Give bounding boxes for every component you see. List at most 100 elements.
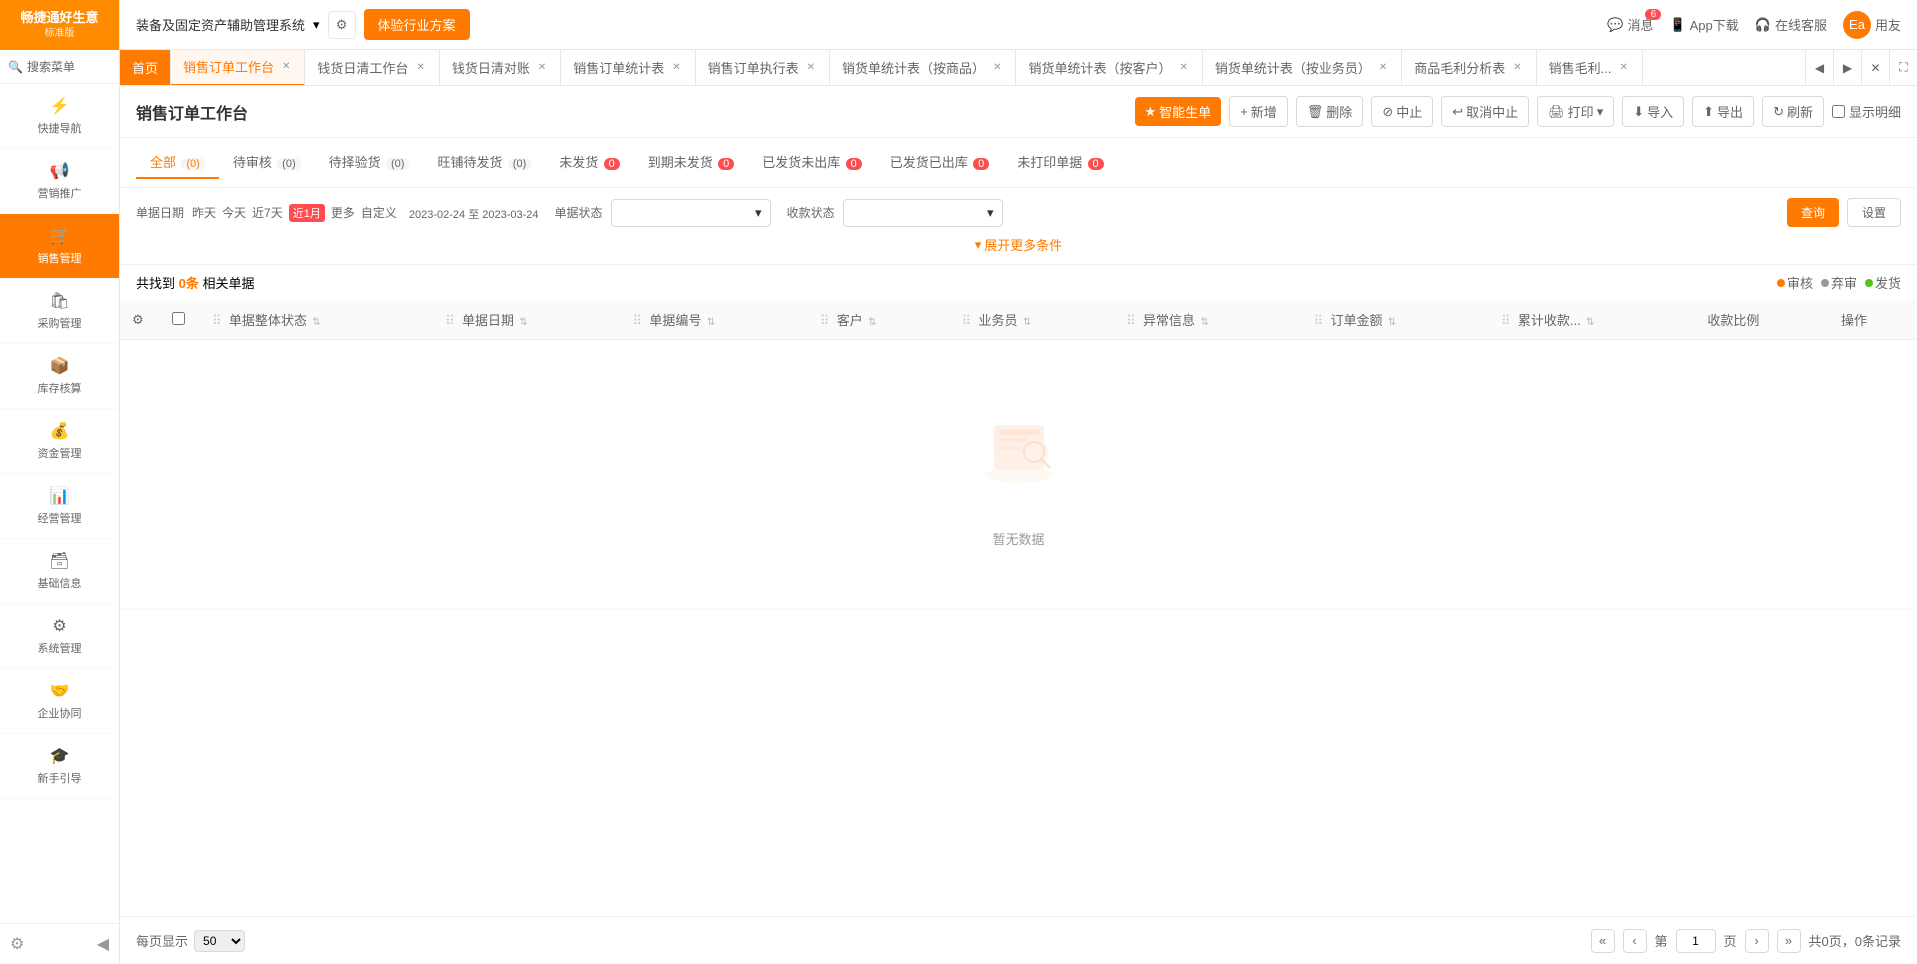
import-btn[interactable]: ⬇ 导入 — [1622, 96, 1684, 127]
sub-tab-wangpu[interactable]: 旺铺待发货 (0) — [423, 146, 545, 179]
settings-query-btn[interactable]: 设置 — [1847, 198, 1901, 227]
delete-btn[interactable]: 🗑 删除 — [1296, 96, 1364, 127]
new-btn[interactable]: + 新增 — [1229, 96, 1288, 127]
sort-status-icon[interactable]: ⇅ — [312, 317, 320, 328]
sub-tab-expired[interactable]: 到期未发货 0 — [634, 146, 748, 179]
tab-sales-order[interactable]: 销售订单工作台 ✕ — [171, 50, 305, 86]
user-menu[interactable]: Ea 用友 — [1843, 11, 1901, 39]
sidebar-item-finance[interactable]: 💰 资金管理 — [0, 409, 119, 474]
expand-conditions-btn[interactable]: ▾ 展开更多条件 — [975, 235, 1063, 254]
topbar-settings-btn[interactable]: ⚙ — [328, 11, 356, 39]
sort-amount-icon[interactable]: ⇅ — [1388, 317, 1396, 328]
collapse-icon[interactable]: ◀ — [97, 934, 109, 954]
page-size-select[interactable]: 10 20 50 100 — [194, 930, 245, 952]
print-btn[interactable]: 🖨 打印 ▾ — [1537, 96, 1614, 127]
sidebar-item-sales[interactable]: 🛒 销售管理 — [0, 214, 119, 279]
smart-create-btn[interactable]: ★ 智能生单 — [1135, 97, 1222, 126]
sub-tab-all[interactable]: 全部 (0) — [136, 146, 219, 179]
show-detail-checkbox[interactable]: 显示明细 — [1832, 102, 1901, 121]
tab-sale-stat-customer[interactable]: 销货单统计表（按客户） ✕ — [1016, 50, 1202, 86]
tab-sales-exec-label: 销售订单执行表 — [708, 58, 799, 77]
sub-tab-pending-inspect[interactable]: 待择验货 (0) — [315, 146, 424, 179]
date-filter-label: 单据日期 — [136, 204, 184, 221]
date-7days[interactable]: 近7天 — [252, 204, 283, 221]
message-btn[interactable]: 💬 消息 6 — [1607, 15, 1653, 34]
system-dropdown[interactable]: ▾ — [313, 17, 320, 33]
first-page-btn[interactable]: « — [1591, 929, 1615, 953]
tab-sale-stat-product-close[interactable]: ✕ — [991, 61, 1003, 74]
date-more[interactable]: 更多 — [331, 204, 355, 221]
query-btn[interactable]: 查询 — [1787, 198, 1839, 227]
tab-sales-stat-close[interactable]: ✕ — [670, 61, 682, 74]
prev-page-btn[interactable]: ‹ — [1623, 929, 1647, 953]
sidebar-item-marketing[interactable]: 📢 营销推广 — [0, 149, 119, 214]
date-yesterday[interactable]: 昨天 — [192, 204, 216, 221]
sidebar-item-enterprise[interactable]: 🤝 企业协同 — [0, 669, 119, 734]
industry-solution-btn[interactable]: 体验行业方案 — [364, 9, 470, 40]
sidebar-item-quick-nav[interactable]: ⚡ 快捷导航 — [0, 84, 119, 149]
select-all-checkbox[interactable] — [172, 312, 185, 325]
sidebar-item-purchase[interactable]: 🛍 采购管理 — [0, 279, 119, 344]
cancel-review-action-btn[interactable]: 弃审 — [1821, 273, 1857, 292]
page-number-input[interactable] — [1676, 929, 1716, 953]
search-menu-item[interactable]: 🔍 搜索菜单 — [0, 50, 119, 84]
tab-home[interactable]: 首页 — [120, 50, 171, 86]
sidebar-item-system[interactable]: ⚙ 系统管理 — [0, 604, 119, 669]
status-select[interactable]: ▾ — [611, 199, 771, 227]
tab-goods-margin[interactable]: 商品毛利分析表 ✕ — [1402, 50, 1536, 86]
tab-cash-daily[interactable]: 钱货日清工作台 ✕ — [305, 50, 439, 86]
marketing-icon: 📢 — [50, 161, 70, 181]
app-download-btn[interactable]: 📱 App下载 — [1669, 15, 1738, 34]
tab-sales-stat[interactable]: 销售订单统计表 ✕ — [561, 50, 695, 86]
next-page-btn[interactable]: › — [1745, 929, 1769, 953]
tab-goods-margin-close[interactable]: ✕ — [1511, 61, 1523, 74]
last-page-btn[interactable]: » — [1777, 929, 1801, 953]
sub-tab-pending-review[interactable]: 待审核 (0) — [219, 146, 315, 179]
tab-sale-stat-staff[interactable]: 销货单统计表（按业务员） ✕ — [1203, 50, 1402, 86]
sort-error-icon[interactable]: ⇅ — [1200, 317, 1208, 328]
sidebar-item-inventory[interactable]: 📦 库存核算 — [0, 344, 119, 409]
review-action-btn[interactable]: 审核 — [1777, 273, 1813, 292]
tab-cash-daily-close[interactable]: ✕ — [414, 61, 426, 74]
tab-maximize[interactable]: ⛶ — [1889, 50, 1917, 86]
logo-line2: 标准版 — [20, 27, 98, 40]
sub-tab-shipped-not-out[interactable]: 已发货未出库 0 — [748, 146, 875, 179]
tab-close-all[interactable]: ✕ — [1861, 50, 1889, 86]
show-detail-input[interactable] — [1832, 105, 1845, 118]
settings-footer-icon[interactable]: ⚙ — [10, 934, 24, 954]
stop-btn[interactable]: ⊘ 中止 — [1371, 96, 1433, 127]
tab-sales-exec[interactable]: 销售订单执行表 ✕ — [696, 50, 830, 86]
tab-scroll-left[interactable]: ◀ — [1805, 50, 1833, 86]
sub-tab-not-printed[interactable]: 未打印单据 0 — [1003, 146, 1117, 179]
tab-sale-stat-staff-close[interactable]: ✕ — [1377, 61, 1389, 74]
cancel-stop-btn[interactable]: ↩ 取消中止 — [1441, 96, 1529, 127]
sort-staff-icon[interactable]: ⇅ — [1023, 317, 1031, 328]
tab-sales-more[interactable]: 销售毛利... ✕ — [1537, 50, 1643, 86]
tab-sale-stat-customer-close[interactable]: ✕ — [1177, 61, 1189, 74]
online-service-btn[interactable]: 🎧 在线客服 — [1755, 15, 1827, 34]
sidebar-item-guide[interactable]: 🎓 新手引导 — [0, 734, 119, 799]
sub-tab-not-shipped[interactable]: 未发货 0 — [545, 146, 633, 179]
sidebar-item-operations[interactable]: 📊 经营管理 — [0, 474, 119, 539]
sub-tab-shipped-out[interactable]: 已发货已出库 0 — [876, 146, 1003, 179]
sort-collected-icon[interactable]: ⇅ — [1586, 317, 1594, 328]
tab-cash-reconcile[interactable]: 钱货日清对账 ✕ — [440, 50, 561, 86]
tab-scroll-right[interactable]: ▶ — [1833, 50, 1861, 86]
tab-sale-stat-product[interactable]: 销货单统计表（按商品） ✕ — [830, 50, 1016, 86]
column-settings-icon[interactable]: ⚙ — [132, 312, 144, 327]
sort-number-icon[interactable]: ⇅ — [707, 317, 715, 328]
tab-sales-exec-close[interactable]: ✕ — [805, 61, 817, 74]
date-custom[interactable]: 自定义 — [361, 204, 397, 221]
tab-sales-more-close[interactable]: ✕ — [1618, 61, 1630, 74]
payment-select[interactable]: ▾ — [843, 199, 1003, 227]
sort-customer-icon[interactable]: ⇅ — [868, 317, 876, 328]
date-1month[interactable]: 近1月 — [289, 204, 325, 222]
tab-cash-reconcile-close[interactable]: ✕ — [536, 61, 548, 74]
tab-sales-order-close[interactable]: ✕ — [280, 60, 292, 73]
refresh-btn[interactable]: ↻ 刷新 — [1762, 96, 1824, 127]
export-btn[interactable]: ⬆ 导出 — [1692, 96, 1754, 127]
sort-date-icon[interactable]: ⇅ — [519, 317, 527, 328]
date-today[interactable]: 今天 — [222, 204, 246, 221]
ship-action-btn[interactable]: 发货 — [1865, 273, 1901, 292]
sidebar-item-basic[interactable]: 🗃 基础信息 — [0, 539, 119, 604]
